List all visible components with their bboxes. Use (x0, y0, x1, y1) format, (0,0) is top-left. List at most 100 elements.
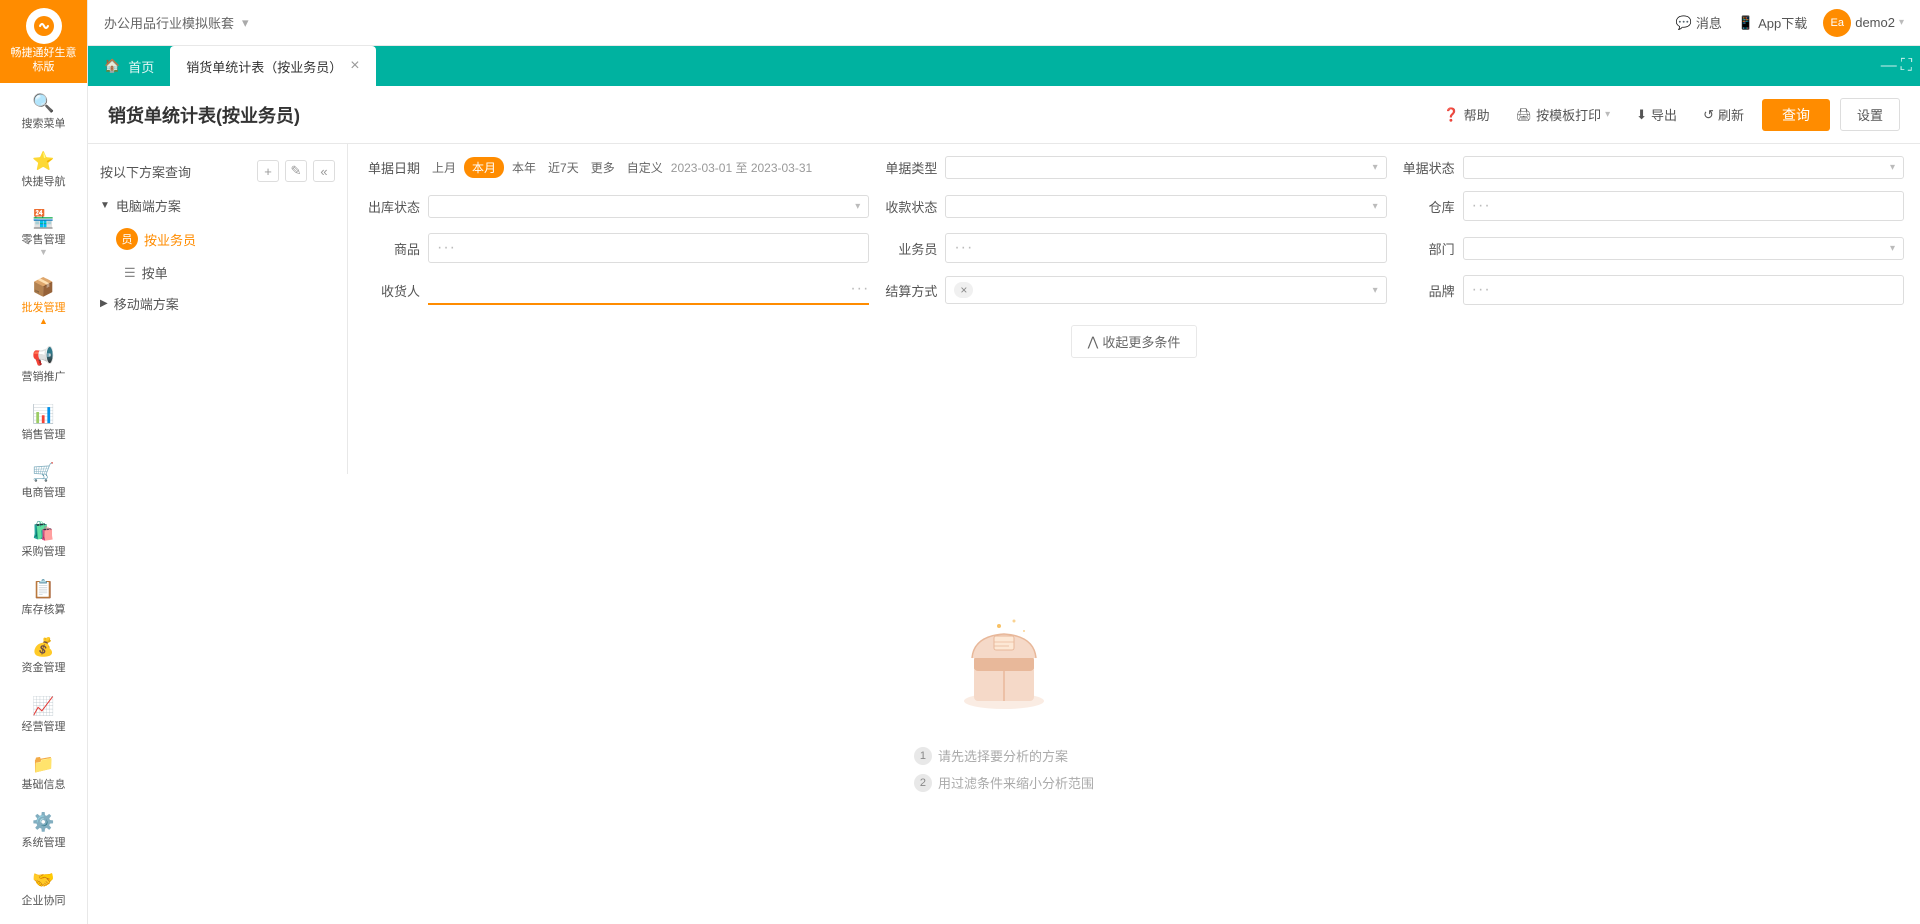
consignee-label: 收货人 (364, 281, 420, 300)
user-label: demo2 (1855, 15, 1895, 30)
receipt-status-label: 收款状态 (881, 197, 937, 216)
voucher-type-control[interactable]: ▾ (945, 156, 1386, 179)
empty-tip-2: 2 用过滤条件来缩小分析范围 (914, 773, 1094, 792)
message-icon: 💬 (1676, 15, 1692, 31)
goods-control[interactable]: ··· (428, 233, 869, 263)
breadcrumb-dropdown-icon[interactable]: ▾ (242, 15, 249, 31)
ecommerce-icon: 🛒 (32, 462, 54, 483)
export-btn[interactable]: ⬇ 导出 (1628, 101, 1685, 128)
out-status-control[interactable]: ▾ (428, 195, 869, 218)
sidebar-item-inventory[interactable]: 📋 库存核算 (0, 569, 87, 627)
print-icon: 🖨 (1516, 107, 1533, 123)
app-download-btn[interactable]: 📱 App下载 (1738, 13, 1807, 32)
collapse-more-btn[interactable]: ⋀ 收起更多条件 (1071, 325, 1198, 358)
warehouse-input[interactable]: ··· (1463, 191, 1904, 221)
sidebar-item-newbie[interactable]: 🎯 新手引导 (0, 919, 87, 924)
goods-input[interactable]: ··· (428, 233, 869, 263)
tab-sales-stat[interactable]: 销货单统计表（按业务员） × (170, 46, 375, 86)
minimize-icon[interactable]: — (1881, 57, 1897, 75)
date-tab-this-year[interactable]: 本年 (508, 157, 540, 178)
basic-icon: 📁 (32, 754, 54, 775)
home-icon: 🏠 (104, 58, 120, 74)
tab-close-icon[interactable]: × (350, 58, 359, 74)
sidebar-item-marketing[interactable]: 📢 营销推广 (0, 336, 87, 394)
voucher-type-label: 单据类型 (881, 158, 937, 177)
sidebar-item-sales[interactable]: 📊 销售管理 (0, 394, 87, 452)
voucher-type-arrow-icon: ▾ (1373, 162, 1378, 173)
receipt-status-control[interactable]: ▾ (945, 195, 1386, 218)
user-dropdown-icon: ▾ (1899, 17, 1904, 28)
scheme-header-label: 按以下方案查询 (100, 162, 191, 181)
print-btn[interactable]: 🖨 按模板打印 ▾ (1508, 101, 1619, 128)
voucher-type-select[interactable]: ▾ (945, 156, 1386, 179)
sidebar-item-operations[interactable]: 📈 经营管理 (0, 686, 87, 744)
query-button[interactable]: 查询 (1762, 99, 1830, 131)
sidebar-item-enterprise[interactable]: 🤝 企业协同 (0, 860, 87, 918)
refresh-label: 刷新 (1718, 105, 1744, 124)
out-status-label: 出库状态 (364, 197, 420, 216)
sidebar-item-retail[interactable]: 🏪 零售管理 ▼ (0, 199, 87, 267)
brand-input[interactable]: ··· (1463, 275, 1904, 305)
scheme-edit-btn[interactable]: ✎ (285, 160, 307, 182)
user-menu[interactable]: Ea demo2 ▾ (1823, 9, 1904, 37)
help-btn[interactable]: ❓ 帮助 (1435, 101, 1497, 128)
sidebar-item-shortcut[interactable]: ⭐ 快捷导航 (0, 141, 87, 199)
date-tab-last-month[interactable]: 上月 (428, 157, 460, 178)
collapse-arrow-icon: ▶ (100, 298, 108, 309)
dept-control[interactable]: ▾ (1463, 237, 1904, 260)
sidebar-item-basic[interactable]: 📁 基础信息 (0, 744, 87, 802)
scheme-item-by-salesperson[interactable]: 员 按业务员 (88, 221, 347, 257)
set-button[interactable]: 设置 (1840, 98, 1900, 131)
scheme-collapse-btn[interactable]: « (313, 160, 335, 182)
scheme-add-btn[interactable]: + (257, 160, 279, 182)
scheme-group-pc-header[interactable]: ▼ 电脑端方案 (88, 190, 347, 221)
out-status-select[interactable]: ▾ (428, 195, 869, 218)
scheme-header-icons: + ✎ « (257, 160, 335, 182)
sidebar-item-purchase[interactable]: 🛍️ 采购管理 (0, 511, 87, 569)
tab-home[interactable]: 🏠 首页 (88, 46, 170, 86)
date-tab-more[interactable]: 更多 (587, 157, 619, 178)
page-title: 销货单统计表(按业务员) (108, 102, 300, 128)
scheme-group-mobile-header[interactable]: ▶ 移动端方案 (88, 288, 347, 319)
settlement-control[interactable]: × ▾ (945, 276, 1386, 304)
app-download-label: App下载 (1758, 13, 1807, 32)
date-tab-this-month[interactable]: 本月 (464, 157, 504, 178)
collapse-up-icon: ⋀ (1088, 334, 1099, 350)
receipt-status-select[interactable]: ▾ (945, 195, 1386, 218)
date-tab-7days[interactable]: 近7天 (544, 157, 583, 178)
message-btn[interactable]: 💬 消息 (1676, 13, 1722, 32)
sidebar-item-finance[interactable]: 💰 资金管理 (0, 627, 87, 685)
brand-control[interactable]: ··· (1463, 275, 1904, 305)
wholesale-icon: 📦 (32, 277, 54, 298)
sidebar-item-label: 库存核算 (22, 603, 66, 617)
consignee-control[interactable]: ··· (428, 275, 869, 305)
refresh-btn[interactable]: ↺ 刷新 (1695, 101, 1752, 128)
sidebar-item-system[interactable]: ⚙️ 系统管理 (0, 802, 87, 860)
sidebar-item-search[interactable]: 🔍 搜索菜单 (0, 83, 87, 141)
sidebar-item-ecommerce[interactable]: 🛒 电商管理 (0, 452, 87, 510)
date-tabs: 上月 本月 本年 近7天 更多 自定义 (428, 157, 667, 178)
voucher-status-label: 单据状态 (1399, 158, 1455, 177)
filter-item-voucher-type: 单据类型 ▾ (881, 156, 1386, 179)
voucher-status-select[interactable]: ▾ (1463, 156, 1904, 179)
tip-2-text: 用过滤条件来缩小分析范围 (938, 773, 1094, 792)
scheme-subitem-by-order[interactable]: ☰ 按单 (88, 257, 347, 288)
warehouse-ellipsis: ··· (1472, 197, 1491, 215)
voucher-status-control[interactable]: ▾ (1463, 156, 1904, 179)
settlement-select[interactable]: × ▾ (945, 276, 1386, 304)
maximize-icon[interactable]: ⛶ (1901, 57, 1912, 75)
help-icon: ❓ (1443, 107, 1459, 123)
export-icon: ⬇ (1636, 107, 1647, 123)
dept-select[interactable]: ▾ (1463, 237, 1904, 260)
settlement-tag-x[interactable]: × (960, 283, 967, 297)
salesperson-input[interactable]: ··· (945, 233, 1386, 263)
tab-sales-stat-label: 销货单统计表（按业务员） (186, 57, 342, 76)
salesperson-control[interactable]: ··· (945, 233, 1386, 263)
warehouse-control[interactable]: ··· (1463, 191, 1904, 221)
date-tab-custom[interactable]: 自定义 (623, 157, 667, 178)
consignee-input[interactable]: ··· (428, 275, 869, 305)
sidebar-item-wholesale[interactable]: 📦 批发管理 ▲ (0, 267, 87, 335)
date-range-text: 2023-03-01 至 2023-03-31 (671, 159, 812, 176)
sidebar-menu: 🔍 搜索菜单 ⭐ 快捷导航 🏪 零售管理 ▼ 📦 批发管理 ▲ 📢 营销推广 📊… (0, 83, 87, 924)
scheme-subitem-by-order-label: 按单 (142, 263, 168, 282)
